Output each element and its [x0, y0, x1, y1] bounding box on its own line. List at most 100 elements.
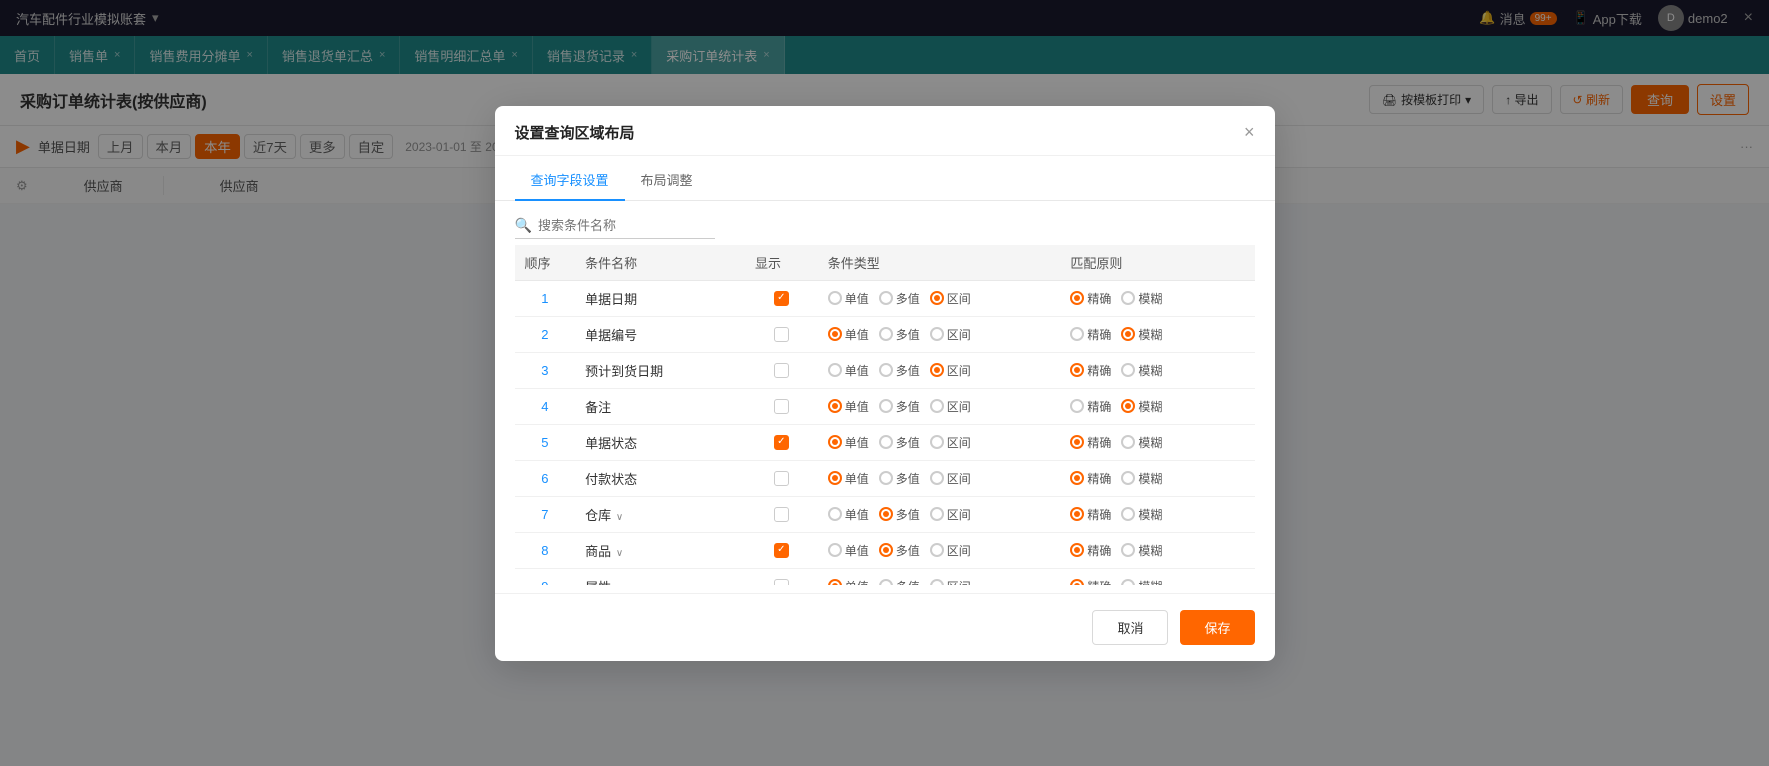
- radio-match-模糊[interactable]: 模糊: [1121, 398, 1162, 415]
- search-box: 🔍: [515, 213, 715, 239]
- radio-circle: [930, 363, 944, 377]
- radio-circle: [930, 327, 944, 341]
- tab-layout-adjust[interactable]: 布局调整: [625, 160, 709, 201]
- radio-circle: [1070, 579, 1084, 585]
- table-row: 7仓库 ∨单值多值区间精确模糊: [515, 496, 1255, 532]
- radio-match-模糊[interactable]: 模糊: [1121, 470, 1162, 487]
- radio-type-单值[interactable]: 单值: [828, 578, 869, 585]
- radio-type-单值[interactable]: 单值: [828, 290, 869, 307]
- radio-circle: [828, 327, 842, 341]
- row-show-checkbox[interactable]: [745, 568, 818, 585]
- radio-type-区间[interactable]: 区间: [930, 578, 971, 585]
- radio-match-模糊[interactable]: 模糊: [1121, 326, 1162, 343]
- radio-type-多值[interactable]: 多值: [879, 578, 920, 585]
- table-row: 3预计到货日期单值多值区间精确模糊: [515, 352, 1255, 388]
- row-show-checkbox[interactable]: [745, 388, 818, 424]
- radio-circle: [879, 327, 893, 341]
- radio-type-区间[interactable]: 区间: [930, 290, 971, 307]
- checkbox-indicator[interactable]: [774, 579, 789, 585]
- radio-match-模糊[interactable]: 模糊: [1121, 578, 1162, 585]
- row-order: 6: [515, 460, 576, 496]
- row-match-options: 精确模糊: [1060, 496, 1254, 532]
- radio-circle: [930, 291, 944, 305]
- settings-dialog: 设置查询区域布局 × 查询字段设置 布局调整 🔍 顺序: [495, 106, 1275, 661]
- radio-circle: [879, 363, 893, 377]
- row-show-checkbox[interactable]: [745, 496, 818, 532]
- radio-type-区间[interactable]: 区间: [930, 326, 971, 343]
- save-button[interactable]: 保存: [1180, 610, 1254, 645]
- checkbox-indicator[interactable]: [774, 543, 789, 558]
- checkbox-indicator[interactable]: [774, 363, 789, 378]
- radio-circle: [828, 363, 842, 377]
- radio-type-多值[interactable]: 多值: [879, 470, 920, 487]
- radio-match-精确[interactable]: 精确: [1070, 542, 1111, 559]
- radio-type-区间[interactable]: 区间: [930, 542, 971, 559]
- row-condition-name: 商品 ∨: [575, 532, 745, 568]
- radio-type-区间[interactable]: 区间: [930, 506, 971, 523]
- row-show-checkbox[interactable]: [745, 532, 818, 568]
- radio-type-多值[interactable]: 多值: [879, 542, 920, 559]
- radio-match-精确[interactable]: 精确: [1070, 506, 1111, 523]
- radio-match-精确[interactable]: 精确: [1070, 362, 1111, 379]
- radio-circle: [930, 579, 944, 585]
- radio-type-单值[interactable]: 单值: [828, 434, 869, 451]
- radio-type-单值[interactable]: 单值: [828, 470, 869, 487]
- radio-match-模糊[interactable]: 模糊: [1121, 362, 1162, 379]
- radio-match-模糊[interactable]: 模糊: [1121, 506, 1162, 523]
- radio-match-模糊[interactable]: 模糊: [1121, 290, 1162, 307]
- radio-type-多值[interactable]: 多值: [879, 290, 920, 307]
- radio-type-单值[interactable]: 单值: [828, 326, 869, 343]
- dropdown-icon[interactable]: ∨: [613, 512, 623, 523]
- radio-type-多值[interactable]: 多值: [879, 506, 920, 523]
- row-condition-name: 单据编号: [575, 316, 745, 352]
- radio-type-多值[interactable]: 多值: [879, 362, 920, 379]
- radio-type-单值[interactable]: 单值: [828, 506, 869, 523]
- radio-type-单值[interactable]: 单值: [828, 398, 869, 415]
- row-show-checkbox[interactable]: [745, 352, 818, 388]
- dialog-close-button[interactable]: ×: [1244, 122, 1255, 143]
- row-show-checkbox[interactable]: [745, 280, 818, 316]
- row-order: 7: [515, 496, 576, 532]
- tab-query-fields[interactable]: 查询字段设置: [515, 160, 625, 201]
- row-type-options: 单值 多值 区间: [818, 568, 1061, 585]
- row-match-options: 精确模糊: [1060, 352, 1254, 388]
- radio-match-精确[interactable]: 精确: [1070, 398, 1111, 415]
- checkbox-indicator[interactable]: [774, 471, 789, 486]
- checkbox-indicator[interactable]: [774, 399, 789, 414]
- cancel-button[interactable]: 取消: [1092, 610, 1168, 645]
- row-show-checkbox[interactable]: [745, 460, 818, 496]
- dropdown-icon[interactable]: ∨: [613, 548, 623, 559]
- radio-type-单值[interactable]: 单值: [828, 542, 869, 559]
- row-order: 9: [515, 568, 576, 585]
- radio-circle: [879, 435, 893, 449]
- radio-type-区间[interactable]: 区间: [930, 362, 971, 379]
- radio-match-精确[interactable]: 精确: [1070, 290, 1111, 307]
- radio-match-精确[interactable]: 精确: [1070, 434, 1111, 451]
- checkbox-indicator[interactable]: [774, 291, 789, 306]
- row-show-checkbox[interactable]: [745, 424, 818, 460]
- radio-circle: [930, 435, 944, 449]
- checkbox-indicator[interactable]: [774, 327, 789, 342]
- row-match-options: 精确模糊: [1060, 316, 1254, 352]
- radio-match-精确[interactable]: 精确: [1070, 578, 1111, 585]
- radio-type-多值[interactable]: 多值: [879, 398, 920, 415]
- search-input[interactable]: [538, 218, 698, 233]
- dropdown-icon[interactable]: ∨: [613, 584, 623, 585]
- table-row: 4备注单值多值区间精确模糊: [515, 388, 1255, 424]
- radio-type-区间[interactable]: 区间: [930, 434, 971, 451]
- radio-type-区间[interactable]: 区间: [930, 398, 971, 415]
- radio-type-多值[interactable]: 多值: [879, 326, 920, 343]
- row-match-options: 精确模糊: [1060, 388, 1254, 424]
- radio-circle: [1121, 471, 1135, 485]
- radio-type-单值[interactable]: 单值: [828, 362, 869, 379]
- radio-match-模糊[interactable]: 模糊: [1121, 434, 1162, 451]
- checkbox-indicator[interactable]: [774, 507, 789, 522]
- radio-match-精确[interactable]: 精确: [1070, 326, 1111, 343]
- checkbox-indicator[interactable]: [774, 435, 789, 450]
- radio-type-区间[interactable]: 区间: [930, 470, 971, 487]
- row-show-checkbox[interactable]: [745, 316, 818, 352]
- radio-match-模糊[interactable]: 模糊: [1121, 542, 1162, 559]
- th-show: 显示: [745, 245, 818, 281]
- radio-match-精确[interactable]: 精确: [1070, 470, 1111, 487]
- radio-type-多值[interactable]: 多值: [879, 434, 920, 451]
